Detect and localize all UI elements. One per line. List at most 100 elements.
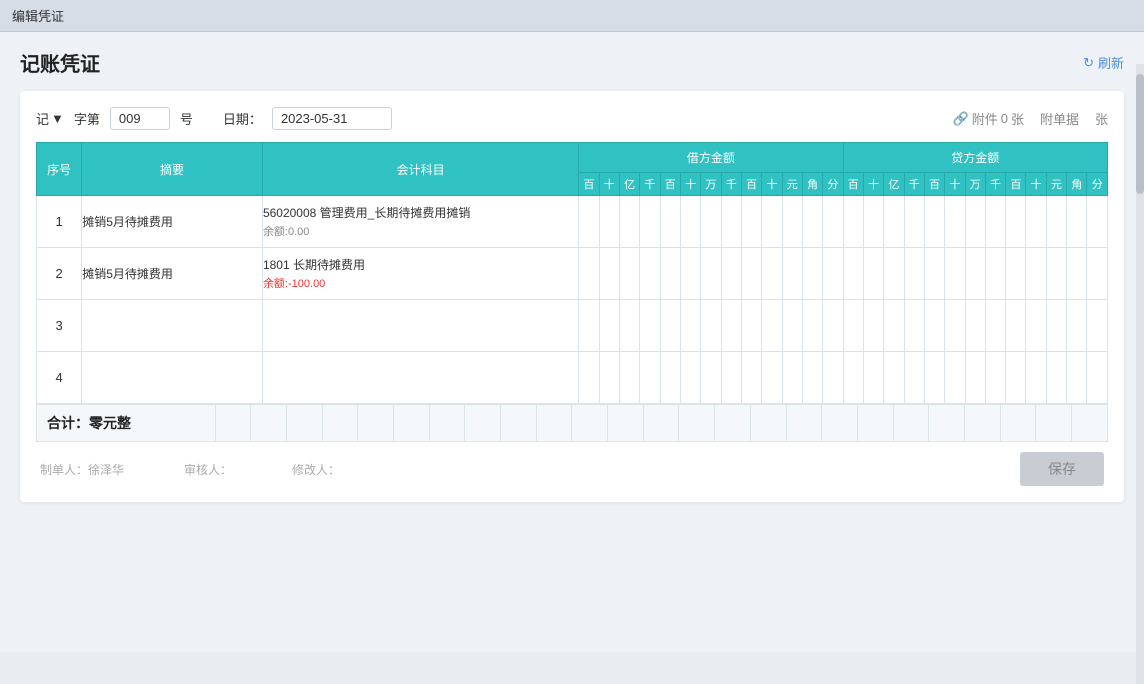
cell-credit-digit-3-8[interactable]: [1006, 352, 1026, 404]
cell-debit-digit-2-4[interactable]: [660, 300, 680, 352]
cell-debit-digit-2-10[interactable]: [782, 300, 802, 352]
cell-credit-digit-1-5[interactable]: [945, 248, 965, 300]
cell-credit-digit-0-2[interactable]: [884, 196, 904, 248]
cell-debit-digit-2-0[interactable]: [579, 300, 599, 352]
cell-credit-digit-0-9[interactable]: [1026, 196, 1046, 248]
attach-single[interactable]: 附单据: [1040, 109, 1079, 128]
cell-credit-digit-3-7[interactable]: [985, 352, 1005, 404]
cell-debit-digit-3-1[interactable]: [599, 352, 619, 404]
cell-debit-digit-0-4[interactable]: [660, 196, 680, 248]
cell-account-1[interactable]: 1801 长期待摊费用余额:-100.00: [262, 248, 578, 300]
scrollbar[interactable]: [1136, 64, 1144, 684]
cell-debit-digit-1-1[interactable]: [599, 248, 619, 300]
cell-debit-digit-1-3[interactable]: [640, 248, 660, 300]
cell-credit-digit-0-7[interactable]: [985, 196, 1005, 248]
scrollbar-thumb[interactable]: [1136, 74, 1144, 194]
attach-link[interactable]: 🔗 附件 0 张: [953, 109, 1024, 128]
cell-debit-digit-1-10[interactable]: [782, 248, 802, 300]
cell-debit-digit-3-5[interactable]: [680, 352, 700, 404]
cell-credit-digit-0-5[interactable]: [945, 196, 965, 248]
cell-credit-digit-2-10[interactable]: [1046, 300, 1066, 352]
voucher-type-dropdown[interactable]: 记 ▼: [36, 109, 64, 128]
cell-debit-digit-0-3[interactable]: [640, 196, 660, 248]
cell-debit-digit-3-9[interactable]: [762, 352, 782, 404]
cell-credit-digit-3-11[interactable]: [1067, 352, 1087, 404]
cell-debit-digit-0-6[interactable]: [701, 196, 721, 248]
cell-credit-digit-3-0[interactable]: [843, 352, 863, 404]
cell-summary-2[interactable]: [82, 300, 263, 352]
cell-credit-digit-3-12[interactable]: [1087, 352, 1108, 404]
cell-debit-digit-1-9[interactable]: [762, 248, 782, 300]
cell-debit-digit-0-10[interactable]: [782, 196, 802, 248]
cell-credit-digit-1-1[interactable]: [863, 248, 883, 300]
cell-debit-digit-1-11[interactable]: [802, 248, 822, 300]
cell-credit-digit-1-11[interactable]: [1067, 248, 1087, 300]
cell-credit-digit-2-1[interactable]: [863, 300, 883, 352]
cell-credit-digit-3-4[interactable]: [924, 352, 944, 404]
cell-debit-digit-3-11[interactable]: [802, 352, 822, 404]
cell-debit-digit-2-12[interactable]: [823, 300, 843, 352]
cell-credit-digit-3-3[interactable]: [904, 352, 924, 404]
cell-credit-digit-3-1[interactable]: [863, 352, 883, 404]
cell-credit-digit-2-11[interactable]: [1067, 300, 1087, 352]
cell-debit-digit-0-0[interactable]: [579, 196, 599, 248]
cell-debit-digit-0-5[interactable]: [680, 196, 700, 248]
cell-debit-digit-3-8[interactable]: [741, 352, 761, 404]
cell-debit-digit-2-11[interactable]: [802, 300, 822, 352]
cell-credit-digit-0-4[interactable]: [924, 196, 944, 248]
cell-credit-digit-1-10[interactable]: [1046, 248, 1066, 300]
cell-debit-digit-2-7[interactable]: [721, 300, 741, 352]
cell-credit-digit-1-7[interactable]: [985, 248, 1005, 300]
cell-credit-digit-2-12[interactable]: [1087, 300, 1108, 352]
cell-credit-digit-1-4[interactable]: [924, 248, 944, 300]
cell-credit-digit-2-6[interactable]: [965, 300, 985, 352]
cell-credit-digit-3-9[interactable]: [1026, 352, 1046, 404]
cell-credit-digit-2-5[interactable]: [945, 300, 965, 352]
cell-debit-digit-3-10[interactable]: [782, 352, 802, 404]
cell-credit-digit-2-3[interactable]: [904, 300, 924, 352]
cell-credit-digit-0-8[interactable]: [1006, 196, 1026, 248]
cell-credit-digit-3-2[interactable]: [884, 352, 904, 404]
cell-debit-digit-0-12[interactable]: [823, 196, 843, 248]
cell-credit-digit-3-10[interactable]: [1046, 352, 1066, 404]
cell-credit-digit-1-2[interactable]: [884, 248, 904, 300]
cell-credit-digit-0-0[interactable]: [843, 196, 863, 248]
cell-credit-digit-0-6[interactable]: [965, 196, 985, 248]
cell-debit-digit-1-12[interactable]: [823, 248, 843, 300]
cell-debit-digit-2-8[interactable]: [741, 300, 761, 352]
date-input[interactable]: [272, 107, 392, 130]
refresh-button[interactable]: ↻ 刷新: [1083, 53, 1124, 72]
cell-credit-digit-2-9[interactable]: [1026, 300, 1046, 352]
cell-debit-digit-2-6[interactable]: [701, 300, 721, 352]
cell-credit-digit-0-10[interactable]: [1046, 196, 1066, 248]
cell-credit-digit-2-8[interactable]: [1006, 300, 1026, 352]
cell-debit-digit-2-9[interactable]: [762, 300, 782, 352]
cell-credit-digit-0-11[interactable]: [1067, 196, 1087, 248]
cell-debit-digit-0-7[interactable]: [721, 196, 741, 248]
cell-debit-digit-1-8[interactable]: [741, 248, 761, 300]
cell-summary-0[interactable]: 摊销5月待摊费用: [82, 196, 263, 248]
cell-debit-digit-1-0[interactable]: [579, 248, 599, 300]
cell-credit-digit-0-3[interactable]: [904, 196, 924, 248]
cell-debit-digit-3-3[interactable]: [640, 352, 660, 404]
cell-debit-digit-1-6[interactable]: [701, 248, 721, 300]
cell-debit-digit-3-2[interactable]: [619, 352, 639, 404]
cell-debit-digit-2-3[interactable]: [640, 300, 660, 352]
cell-credit-digit-1-0[interactable]: [843, 248, 863, 300]
cell-debit-digit-1-5[interactable]: [680, 248, 700, 300]
cell-debit-digit-3-7[interactable]: [721, 352, 741, 404]
cell-debit-digit-3-0[interactable]: [579, 352, 599, 404]
cell-account-0[interactable]: 56020008 管理费用_长期待摊费用摊销余额:0.00: [262, 196, 578, 248]
cell-summary-1[interactable]: 摊销5月待摊费用: [82, 248, 263, 300]
cell-debit-digit-0-9[interactable]: [762, 196, 782, 248]
cell-summary-3[interactable]: [82, 352, 263, 404]
cell-credit-digit-1-8[interactable]: [1006, 248, 1026, 300]
cell-credit-digit-2-2[interactable]: [884, 300, 904, 352]
cell-debit-digit-3-4[interactable]: [660, 352, 680, 404]
cell-debit-digit-0-8[interactable]: [741, 196, 761, 248]
cell-debit-digit-0-1[interactable]: [599, 196, 619, 248]
cell-credit-digit-1-3[interactable]: [904, 248, 924, 300]
cell-credit-digit-0-12[interactable]: [1087, 196, 1108, 248]
cell-credit-digit-1-6[interactable]: [965, 248, 985, 300]
cell-debit-digit-1-7[interactable]: [721, 248, 741, 300]
